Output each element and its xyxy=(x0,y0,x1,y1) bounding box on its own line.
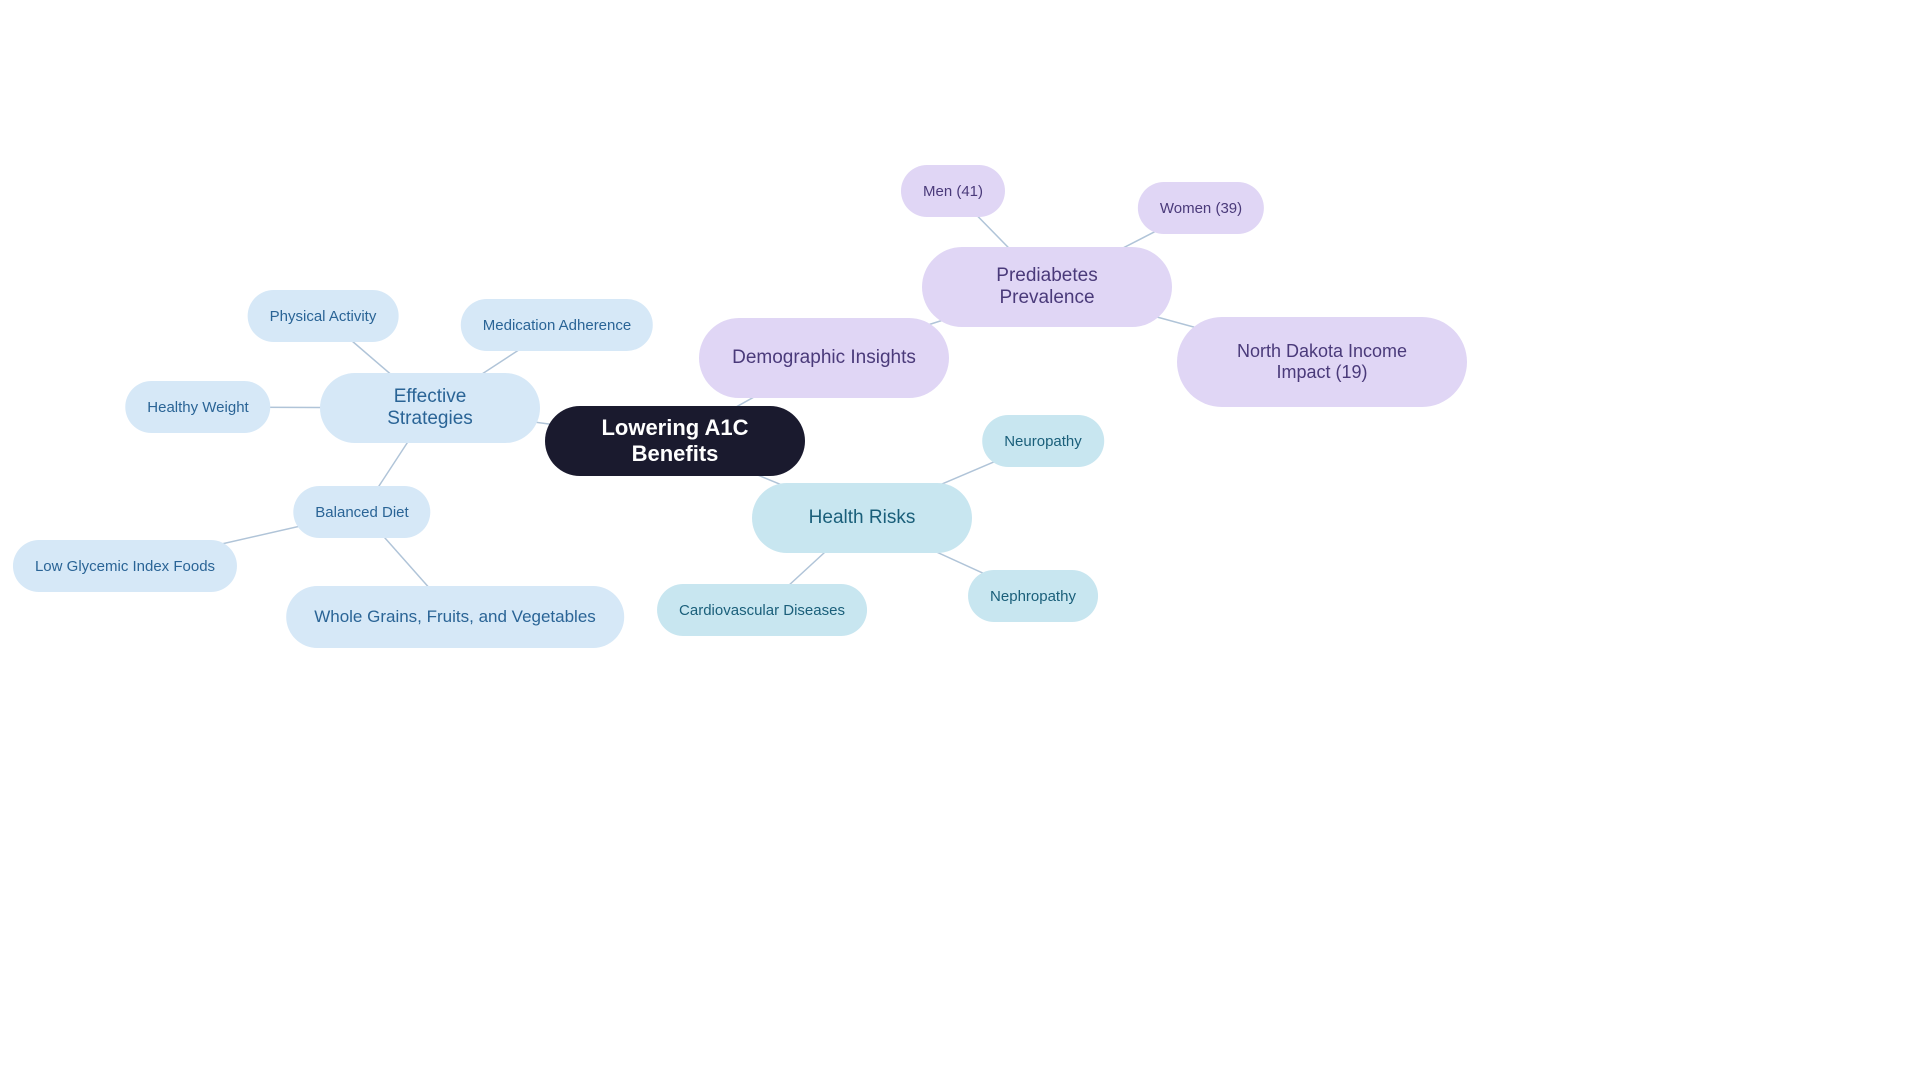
node-women[interactable]: Women (39) xyxy=(1138,182,1264,234)
node-neuropathy[interactable]: Neuropathy xyxy=(982,415,1104,467)
center-node[interactable]: Lowering A1C Benefits xyxy=(545,406,805,476)
node-health-risks[interactable]: Health Risks xyxy=(752,483,972,553)
node-whole-grains[interactable]: Whole Grains, Fruits, and Vegetables xyxy=(286,586,624,648)
node-healthy-weight[interactable]: Healthy Weight xyxy=(125,381,270,433)
node-physical-activity[interactable]: Physical Activity xyxy=(248,290,399,342)
node-demographic-insights[interactable]: Demographic Insights xyxy=(699,318,949,398)
node-low-glycemic[interactable]: Low Glycemic Index Foods xyxy=(13,540,237,592)
node-nephropathy[interactable]: Nephropathy xyxy=(968,570,1098,622)
mind-map-nodes: Lowering A1C BenefitsEffective Strategie… xyxy=(0,0,1920,1083)
node-men[interactable]: Men (41) xyxy=(901,165,1005,217)
node-effective-strategies[interactable]: Effective Strategies xyxy=(320,373,540,443)
node-prediabetes-prevalence[interactable]: Prediabetes Prevalence xyxy=(922,247,1172,327)
node-balanced-diet[interactable]: Balanced Diet xyxy=(293,486,430,538)
node-north-dakota[interactable]: North Dakota Income Impact (19) xyxy=(1177,317,1467,407)
node-medication-adherence[interactable]: Medication Adherence xyxy=(461,299,653,351)
node-cardiovascular[interactable]: Cardiovascular Diseases xyxy=(657,584,867,636)
